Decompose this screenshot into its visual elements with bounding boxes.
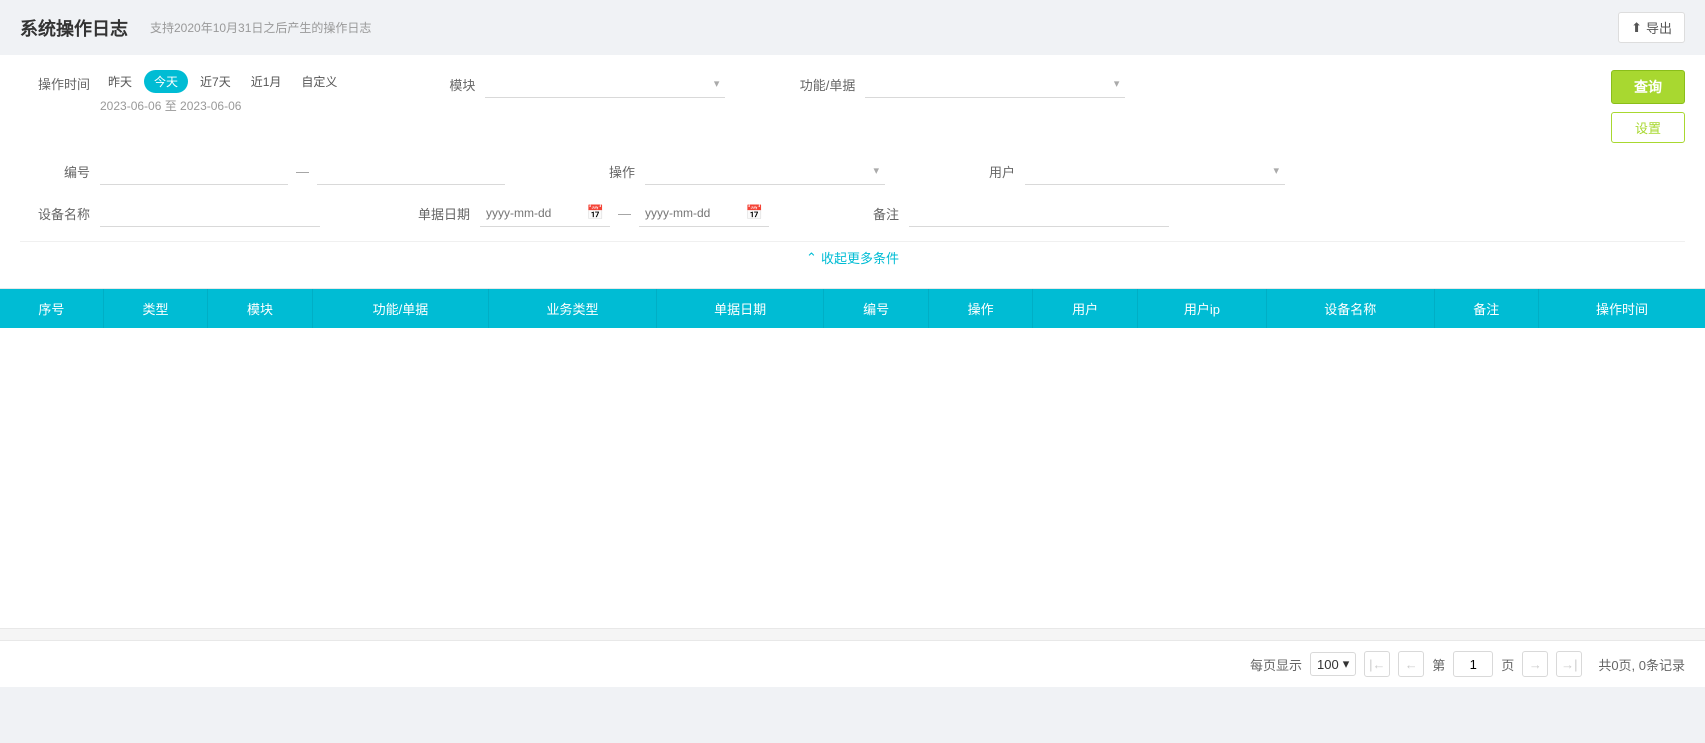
horizontal-scrollbar[interactable] [0, 628, 1705, 640]
number-from-input[interactable] [100, 157, 288, 185]
empty-area [0, 328, 1705, 628]
time-btn-7days[interactable]: 近7天 [192, 70, 239, 93]
date-to-wrap[interactable]: 📅 [639, 199, 769, 227]
number-dash: — [296, 164, 309, 179]
operation-label: 操作 [565, 162, 635, 181]
page-size-value: 100 [1317, 657, 1339, 672]
last-page-button[interactable]: →| [1556, 651, 1582, 677]
col-voucher-date: 单据日期 [656, 289, 824, 328]
number-label: 编号 [20, 162, 90, 181]
col-biztype: 业务类型 [489, 289, 657, 328]
operation-dropdown[interactable]: ▾ [645, 157, 885, 185]
operation-filter: 操作 ▾ [565, 157, 885, 185]
user-chevron-icon: ▾ [1273, 164, 1279, 177]
voucher-date-filter: 单据日期 📅 — 📅 [400, 199, 769, 227]
time-btn-yesterday[interactable]: 昨天 [100, 70, 140, 93]
page-header: 系统操作日志 支持2020年10月31日之后产生的操作日志 ⬆ 导出 [0, 0, 1705, 55]
calendar-to-icon[interactable]: 📅 [746, 204, 763, 221]
collapse-button[interactable]: ⌃ 收起更多条件 [20, 241, 1685, 273]
function-chevron-icon: ▾ [1114, 77, 1120, 90]
user-filter: 用户 ▾ [945, 157, 1285, 185]
col-index: 序号 [0, 289, 103, 328]
page-title: 系统操作日志 [20, 15, 128, 41]
device-input[interactable] [100, 199, 320, 227]
module-label: 模块 [405, 75, 475, 94]
date-from-input[interactable] [486, 206, 586, 220]
filter-row-1: 操作时间 昨天 今天 近7天 近1月 自定义 2023-06-06 至 2023… [20, 70, 1685, 143]
col-module: 模块 [208, 289, 312, 328]
function-label: 功能/单据 [785, 75, 855, 94]
time-btn-custom[interactable]: 自定义 [293, 70, 345, 93]
action-buttons: 查询 设置 [1611, 70, 1685, 143]
prev-page-button[interactable]: ← [1398, 651, 1424, 677]
time-label: 操作时间 [20, 74, 90, 93]
collapse-up-icon: ⌃ [806, 250, 817, 266]
remark-label: 备注 [829, 204, 899, 223]
remark-filter: 备注 [829, 199, 1169, 227]
settings-button[interactable]: 设置 [1611, 112, 1685, 143]
page-suffix-label: 页 [1501, 655, 1514, 674]
col-number: 编号 [824, 289, 928, 328]
query-button[interactable]: 查询 [1611, 70, 1685, 104]
next-page-button[interactable]: → [1522, 651, 1548, 677]
number-filter: 编号 — [20, 157, 505, 185]
time-btn-1month[interactable]: 近1月 [243, 70, 290, 93]
calendar-from-icon[interactable]: 📅 [587, 204, 604, 221]
col-function: 功能/单据 [312, 289, 488, 328]
col-device: 设备名称 [1266, 289, 1434, 328]
col-user: 用户 [1033, 289, 1137, 328]
page-size-chevron-icon: ▾ [1343, 656, 1350, 672]
date-range-display: 2023-06-06 至 2023-06-06 [100, 97, 345, 114]
page-subtitle: 支持2020年10月31日之后产生的操作日志 [150, 19, 371, 36]
page-number-input[interactable] [1453, 651, 1493, 677]
user-dropdown[interactable]: ▾ [1025, 157, 1285, 185]
first-page-button[interactable]: |← [1364, 651, 1390, 677]
date-from-wrap[interactable]: 📅 [480, 199, 610, 227]
header-left: 系统操作日志 支持2020年10月31日之后产生的操作日志 [20, 15, 371, 41]
col-user-ip: 用户ip [1137, 289, 1266, 328]
total-label: 共0页, 0条记录 [1598, 655, 1685, 674]
device-label: 设备名称 [20, 204, 90, 223]
function-filter: 功能/单据 ▾ [785, 70, 1125, 98]
date-dash: — [618, 206, 631, 221]
number-to-input[interactable] [317, 157, 505, 185]
function-dropdown[interactable]: ▾ [865, 70, 1125, 98]
per-page-label: 每页显示 [1250, 655, 1302, 674]
col-op-time: 操作时间 [1539, 289, 1705, 328]
export-label: 导出 [1646, 18, 1672, 37]
time-btn-today[interactable]: 今天 [144, 70, 188, 93]
collapse-label: 收起更多条件 [821, 248, 899, 267]
table-header-row: 序号 类型 模块 功能/单据 业务类型 单据日期 编号 操作 用户 用户ip 设… [0, 289, 1705, 328]
module-filter: 模块 ▾ [405, 70, 725, 98]
voucher-date-label: 单据日期 [400, 204, 470, 223]
operation-chevron-icon: ▾ [873, 164, 879, 177]
device-filter: 设备名称 [20, 199, 340, 227]
table-container: 序号 类型 模块 功能/单据 业务类型 单据日期 编号 操作 用户 用户ip 设… [0, 289, 1705, 628]
col-remark: 备注 [1434, 289, 1538, 328]
remark-input[interactable] [909, 199, 1169, 227]
module-chevron-icon: ▾ [714, 77, 720, 90]
page-size-select[interactable]: 100 ▾ [1310, 652, 1356, 676]
time-filter-group: 操作时间 昨天 今天 近7天 近1月 自定义 2023-06-06 至 2023… [20, 70, 345, 114]
export-icon: ⬆ [1631, 20, 1642, 36]
filter-row-2: 编号 — 操作 ▾ 用户 ▾ [20, 157, 1685, 185]
data-table: 序号 类型 模块 功能/单据 业务类型 单据日期 编号 操作 用户 用户ip 设… [0, 289, 1705, 328]
page-prefix-label: 第 [1432, 655, 1445, 674]
pagination-bar: 每页显示 100 ▾ |← ← 第 页 → →| 共0页, 0条记录 [0, 640, 1705, 687]
export-button[interactable]: ⬆ 导出 [1618, 12, 1685, 43]
col-operation: 操作 [928, 289, 1032, 328]
user-label: 用户 [945, 162, 1015, 181]
filter-panel: 操作时间 昨天 今天 近7天 近1月 自定义 2023-06-06 至 2023… [0, 55, 1705, 289]
date-to-input[interactable] [645, 206, 745, 220]
col-type: 类型 [103, 289, 207, 328]
filter-row-3: 设备名称 单据日期 📅 — 📅 备注 [20, 199, 1685, 227]
module-dropdown[interactable]: ▾ [485, 70, 725, 98]
time-options: 昨天 今天 近7天 近1月 自定义 2023-06-06 至 2023-06-0… [100, 70, 345, 114]
